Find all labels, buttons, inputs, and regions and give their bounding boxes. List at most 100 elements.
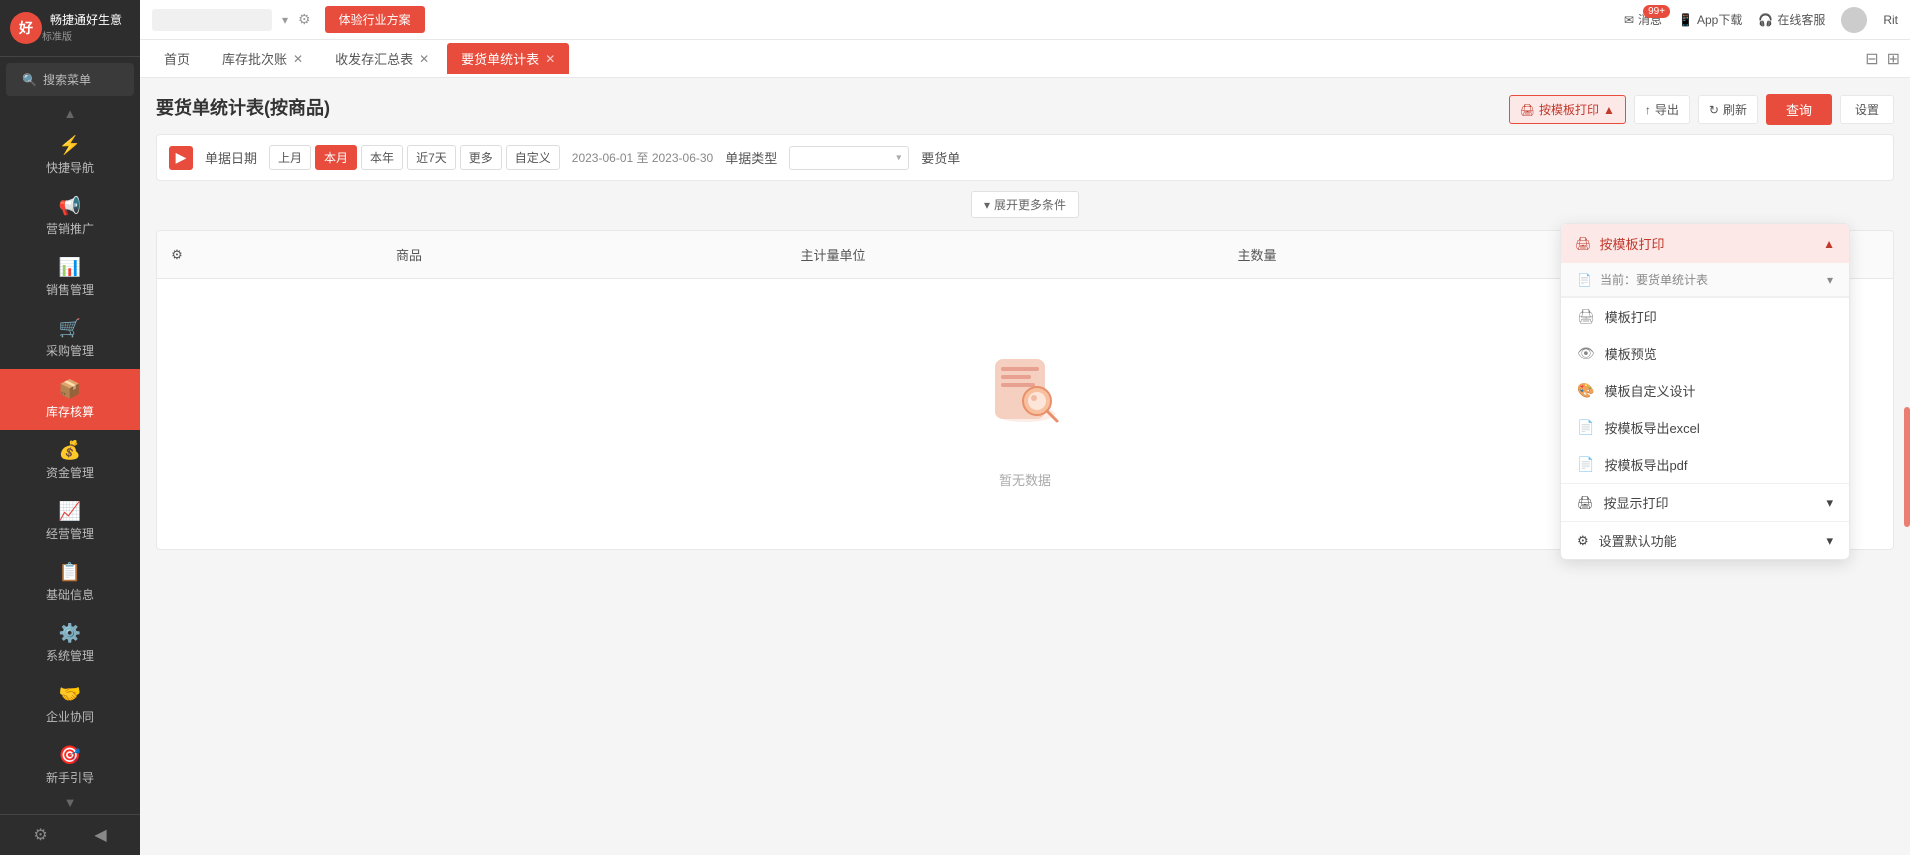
refresh-btn[interactable]: ↻ 刷新: [1698, 95, 1758, 124]
collab-icon: 🤝: [59, 684, 81, 705]
logo-name: 畅捷通好生意: [50, 13, 122, 29]
search-menu-label: 搜索菜单: [43, 71, 91, 88]
tab-bar: 首页 库存批次账 ✕ 收发存汇总表 ✕ 要货单统计表 ✕ ⊟ ⊞: [140, 40, 1910, 78]
date-btn-this-year[interactable]: 本年: [361, 145, 403, 170]
date-range-display: 2023-06-01 至 2023-06-30: [572, 149, 713, 166]
order-type-select[interactable]: [789, 146, 909, 170]
date-filter-label: 单据日期: [205, 148, 257, 167]
display-print-arrow: ▾: [1826, 495, 1833, 511]
scroll-up-btn[interactable]: ▲: [0, 102, 140, 125]
topbar-search-input[interactable]: [152, 9, 272, 31]
tab-batch-account[interactable]: 库存批次账 ✕: [208, 43, 317, 74]
dropdown-set-default[interactable]: ⚙ 设置默认功能 ▾: [1561, 522, 1849, 559]
more-filter-label: 要货单: [921, 148, 960, 167]
date-btn-last-month[interactable]: 上月: [269, 145, 311, 170]
sidebar-item-finance[interactable]: 💰 资金管理: [0, 430, 140, 491]
inventory-icon: 📦: [59, 379, 81, 400]
sidebar-item-operation[interactable]: 📈 经营管理: [0, 491, 140, 552]
print-btn-label: 按模板打印: [1539, 101, 1599, 118]
date-btn-custom[interactable]: 自定义: [506, 145, 560, 170]
query-btn[interactable]: 查询: [1766, 94, 1832, 125]
trial-button[interactable]: 体验行业方案: [325, 6, 425, 33]
sidebar-item-system[interactable]: ⚙️ 系统管理: [0, 613, 140, 674]
search-menu[interactable]: 🔍 搜索菜单: [6, 63, 134, 96]
message-btn[interactable]: ✉ 消息 99+: [1624, 11, 1662, 28]
export-icon: ↑: [1645, 103, 1651, 117]
sidebar-item-inventory[interactable]: 📦 库存核算: [0, 369, 140, 430]
dropdown-current-template[interactable]: 📄 当前：要货单统计表 ▾: [1561, 263, 1849, 296]
dropdown-item-export-pdf[interactable]: 📄 按模板导出pdf: [1561, 446, 1849, 483]
tab-order-report-close[interactable]: ✕: [545, 52, 555, 66]
topbar-dropdown-chevron[interactable]: ▾: [282, 13, 288, 27]
set-default-arrow: ▾: [1826, 533, 1833, 549]
sales-icon: 📊: [59, 257, 81, 278]
settings-btn[interactable]: 设置: [1840, 95, 1894, 124]
search-icon: 🔍: [22, 73, 37, 87]
dropdown-item-export-excel[interactable]: 📄 按模板导出excel: [1561, 409, 1849, 446]
sidebar-item-label-system: 系统管理: [46, 647, 94, 664]
tab-home[interactable]: 首页: [150, 43, 204, 74]
dropdown-display-print[interactable]: 🖨 按显示打印 ▾: [1561, 484, 1849, 521]
online-service-btn[interactable]: 🎧 在线客服: [1758, 11, 1825, 28]
tab-maximize-icon[interactable]: ⊞: [1887, 49, 1900, 69]
tab-minimize-icon[interactable]: ⊟: [1865, 49, 1878, 69]
dropdown-item-template-preview[interactable]: 👁 模板预览: [1561, 335, 1849, 372]
topbar-gear-icon[interactable]: ⚙: [298, 11, 311, 28]
sidebar-item-sales[interactable]: 📊 销售管理: [0, 247, 140, 308]
finance-icon: 💰: [59, 440, 81, 461]
main-content: ▾ ⚙ 体验行业方案 ✉ 消息 99+ 📱 App下载 🎧 在线客服 Rit 首…: [140, 0, 1910, 855]
settings-icon[interactable]: ⚙: [33, 825, 47, 845]
basic-icon: 📋: [59, 562, 81, 583]
logo-icon: 好: [10, 12, 42, 44]
th-product: 商品: [197, 239, 621, 270]
th-unit: 主计量单位: [621, 239, 1045, 270]
date-btn-last-7days[interactable]: 近7天: [407, 145, 456, 170]
date-btn-more[interactable]: 更多: [460, 145, 502, 170]
template-design-label: 模板自定义设计: [1604, 381, 1833, 400]
empty-text: 暂无数据: [999, 470, 1051, 489]
export-btn[interactable]: ↑ 导出: [1634, 95, 1690, 124]
tab-batch-account-close[interactable]: ✕: [293, 52, 303, 66]
filter-expand-btn[interactable]: ▶: [169, 146, 193, 170]
dropdown-item-template-print[interactable]: 🖨 模板打印: [1561, 298, 1849, 335]
sidebar-item-purchase[interactable]: 🛒 采购管理: [0, 308, 140, 369]
sidebar-item-marketing[interactable]: 📢 营销推广: [0, 186, 140, 247]
tab-collection-report-close[interactable]: ✕: [419, 52, 429, 66]
tab-collection-report[interactable]: 收发存汇总表 ✕: [321, 43, 443, 74]
expand-chevron-icon: ▾: [984, 198, 990, 212]
expand-more-btn[interactable]: ▾ 展开更多条件: [971, 191, 1079, 218]
date-btn-this-month[interactable]: 本月: [315, 145, 357, 170]
tabs-right-actions: ⊟ ⊞: [1865, 49, 1900, 69]
refresh-icon: ↻: [1709, 103, 1719, 117]
print-template-btn[interactable]: 🖨 按模板打印 ▲: [1509, 95, 1626, 124]
empty-icon: [975, 339, 1075, 458]
collapse-icon[interactable]: ◀: [94, 825, 106, 845]
message-icon: ✉: [1624, 13, 1634, 27]
app-download-icon: 📱: [1678, 13, 1693, 27]
sidebar-item-label-guide: 新手引导: [46, 769, 94, 786]
scrollbar-indicator: [1904, 407, 1910, 527]
tab-order-report[interactable]: 要货单统计表 ✕: [447, 43, 569, 74]
sidebar-item-basic[interactable]: 📋 基础信息: [0, 552, 140, 613]
dropdown-item-template-design[interactable]: 🎨 模板自定义设计: [1561, 372, 1849, 409]
print-dropdown-items: 🖨 模板打印 👁 模板预览 🎨 模板自定义设计 📄 按模板导出excel 📄: [1561, 297, 1849, 483]
sidebar-item-guide[interactable]: 🎯 新手引导: [0, 735, 140, 791]
template-design-icon: 🎨: [1577, 382, 1594, 399]
sidebar-item-label-purchase: 采购管理: [46, 342, 94, 359]
export-excel-icon: 📄: [1577, 419, 1594, 436]
order-type-select-wrap: ▾: [789, 146, 909, 170]
online-service-icon: 🎧: [1758, 13, 1773, 27]
sidebar-item-quick-nav[interactable]: ⚡ 快捷导航: [0, 125, 140, 186]
app-download-btn[interactable]: 📱 App下载: [1678, 11, 1742, 28]
print-icon: 🖨: [1520, 103, 1535, 117]
system-icon: ⚙️: [59, 623, 81, 644]
avatar[interactable]: [1841, 7, 1867, 33]
sidebar-nav: ⚡ 快捷导航 📢 营销推广 📊 销售管理 🛒 采购管理 📦 库存核算 💰 资金管…: [0, 125, 140, 791]
export-pdf-label: 按模板导出pdf: [1604, 455, 1833, 474]
online-service-label: 在线客服: [1777, 11, 1825, 28]
scroll-down-btn[interactable]: ▼: [0, 791, 140, 814]
dropdown-header-chevron-icon: ▲: [1823, 237, 1835, 251]
sidebar-item-collab[interactable]: 🤝 企业协同: [0, 674, 140, 735]
th-gear[interactable]: ⚙: [157, 241, 197, 269]
print-dropdown-header[interactable]: 🖨 按模板打印 ▲: [1561, 224, 1849, 263]
